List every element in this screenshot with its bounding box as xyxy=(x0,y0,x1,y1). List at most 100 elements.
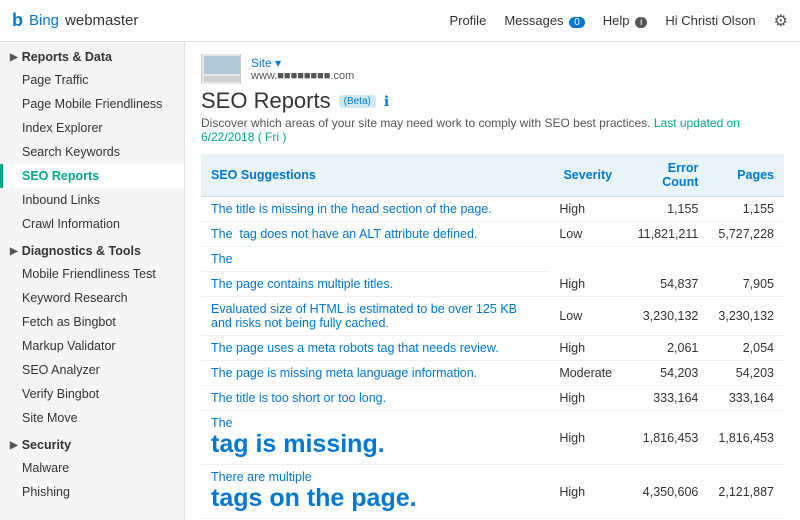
subtitle: Discover which areas of your site may ne… xyxy=(201,116,784,144)
severity-cell: Moderate xyxy=(549,361,622,386)
arrow-icon: ▶ xyxy=(10,440,18,451)
gear-icon[interactable]: ⚙ xyxy=(774,11,788,31)
severity-cell: High xyxy=(549,465,622,519)
pages-cell: 3,230,132 xyxy=(708,297,784,336)
main-layout: ▶ Reports & Data Page Traffic Page Mobil… xyxy=(0,42,800,520)
beta-badge: (Beta) xyxy=(339,95,376,108)
col-header-suggestion: SEO Suggestions xyxy=(201,154,549,197)
severity-cell: Low xyxy=(549,222,622,247)
webmaster-text: webmaster xyxy=(65,12,138,29)
seo-table: SEO Suggestions Severity Error Count Pag… xyxy=(201,154,784,520)
bing-b-icon: b xyxy=(12,10,23,31)
suggestion-cell[interactable]: The page is missing meta language inform… xyxy=(201,361,549,386)
bing-text: Bing xyxy=(29,12,59,29)
pages-cell: 2,121,887 xyxy=(708,465,784,519)
error-count-cell: 333,164 xyxy=(622,386,708,411)
suggestion-cell[interactable]: The title is missing in the head section… xyxy=(201,197,549,222)
suggestion-cell[interactable]: The title is too short or too long. xyxy=(201,386,549,411)
table-row: Evaluated size of HTML is estimated to b… xyxy=(201,297,784,336)
col-header-severity: Severity xyxy=(549,154,622,197)
profile-link[interactable]: Profile xyxy=(449,13,486,28)
suggestion-cell[interactable]: The tag is missing. xyxy=(201,411,549,465)
table-row: The title is too short or too long. High… xyxy=(201,386,784,411)
table-row: The page is missing meta language inform… xyxy=(201,361,784,386)
severity-cell: High xyxy=(549,197,622,222)
site-thumbnail xyxy=(201,54,241,84)
sidebar-item-site-move[interactable]: Site Move xyxy=(0,406,184,430)
sidebar-item-fetch-bingbot[interactable]: Fetch as Bingbot xyxy=(0,310,184,334)
section-label: Reports & Data xyxy=(22,50,112,64)
logo: b Bing webmaster xyxy=(12,10,138,31)
section-label: Security xyxy=(22,438,71,452)
pages-cell: 54,203 xyxy=(708,361,784,386)
suggestion-cell[interactable]: There are multiple tags on the page. xyxy=(201,465,549,519)
sidebar-item-seo-analyzer[interactable]: SEO Analyzer xyxy=(0,358,184,382)
top-nav-links: Profile Messages 0 Help i Hi Christi Ols… xyxy=(449,11,788,31)
table-row: The tag does not have an ALT attribute d… xyxy=(201,222,784,247)
site-url: www.■■■■■■■■.com xyxy=(251,70,354,82)
help-link[interactable]: Help i xyxy=(603,13,648,28)
table-row: The page contains multiple titles. High … xyxy=(201,272,784,297)
col-header-pages: Pages xyxy=(708,154,784,197)
help-badge: i xyxy=(635,17,647,28)
severity-cell: High xyxy=(549,411,622,465)
error-count-cell: 54,837 xyxy=(622,272,708,297)
pages-cell: 333,164 xyxy=(708,386,784,411)
sidebar: ▶ Reports & Data Page Traffic Page Mobil… xyxy=(0,42,185,520)
error-count-cell: 54,203 xyxy=(622,361,708,386)
sidebar-item-mobile-friendliness-test[interactable]: Mobile Friendliness Test xyxy=(0,262,184,286)
page-title-row: SEO Reports (Beta) ℹ xyxy=(201,88,784,114)
sidebar-item-page-traffic[interactable]: Page Traffic xyxy=(0,68,184,92)
suggestion-cell[interactable]: The page uses a meta robots tag that nee… xyxy=(201,336,549,361)
error-count-cell: 1,155 xyxy=(622,197,708,222)
error-count-cell: 2,061 xyxy=(622,336,708,361)
sidebar-item-verify-bingbot[interactable]: Verify Bingbot xyxy=(0,382,184,406)
sidebar-item-phishing[interactable]: Phishing xyxy=(0,480,184,504)
sidebar-item-seo-reports[interactable]: SEO Reports xyxy=(0,164,184,188)
suggestion-cell[interactable]: The page contains multiple titles. xyxy=(201,272,549,297)
messages-link[interactable]: Messages 0 xyxy=(504,13,584,28)
pages-cell: 1,155 xyxy=(708,197,784,222)
arrow-icon: ▶ xyxy=(10,246,18,257)
sidebar-item-index-explorer[interactable]: Index Explorer xyxy=(0,116,184,140)
table-row: There are multiple tags on the page. Hig… xyxy=(201,465,784,519)
section-label: Diagnostics & Tools xyxy=(22,244,141,258)
main-content: Site ▾ www.■■■■■■■■.com SEO Reports (Bet… xyxy=(185,42,800,520)
col-header-error-count: Error Count xyxy=(622,154,708,197)
top-nav: b Bing webmaster Profile Messages 0 Help… xyxy=(0,0,800,42)
table-row: The title is missing in the head section… xyxy=(201,197,784,222)
error-count-cell: 11,821,211 xyxy=(622,222,708,247)
suggestion-cell[interactable]: The tag contains additional tags.</td> <… xyxy=(201,247,549,272)
sidebar-item-keyword-research[interactable]: Keyword Research xyxy=(0,286,184,310)
severity-cell: High xyxy=(549,386,622,411)
site-info: Site ▾ www.■■■■■■■■.com xyxy=(251,56,354,82)
sidebar-item-malware[interactable]: Malware xyxy=(0,456,184,480)
suggestion-cell[interactable]: The tag does not have an ALT attribute d… xyxy=(201,222,549,247)
messages-badge: 0 xyxy=(569,17,585,28)
pages-cell: 5,727,228 xyxy=(708,222,784,247)
sidebar-item-search-keywords[interactable]: Search Keywords xyxy=(0,140,184,164)
pages-cell: 1,816,453 xyxy=(708,411,784,465)
site-dropdown[interactable]: Site ▾ xyxy=(251,56,354,70)
sidebar-item-page-mobile[interactable]: Page Mobile Friendliness xyxy=(0,92,184,116)
suggestion-cell[interactable]: Evaluated size of HTML is estimated to b… xyxy=(201,297,549,336)
error-count-cell: 1,816,453 xyxy=(622,411,708,465)
info-icon[interactable]: ℹ xyxy=(384,93,389,110)
table-row: The tag contains additional tags.</td> <… xyxy=(201,247,784,272)
pages-cell: 7,905 xyxy=(708,272,784,297)
sidebar-item-crawl-information[interactable]: Crawl Information xyxy=(0,212,184,236)
section-diagnostics[interactable]: ▶ Diagnostics & Tools xyxy=(0,236,184,262)
severity-cell: High xyxy=(549,336,622,361)
error-count-cell: 3,230,132 xyxy=(622,297,708,336)
table-row: The page uses a meta robots tag that nee… xyxy=(201,336,784,361)
pages-cell: 2,054 xyxy=(708,336,784,361)
sidebar-item-markup-validator[interactable]: Markup Validator xyxy=(0,334,184,358)
section-security[interactable]: ▶ Security xyxy=(0,430,184,456)
site-header: Site ▾ www.■■■■■■■■.com xyxy=(201,54,784,84)
arrow-icon: ▶ xyxy=(10,52,18,63)
user-menu[interactable]: Hi Christi Olson xyxy=(665,13,755,28)
sidebar-item-inbound-links[interactable]: Inbound Links xyxy=(0,188,184,212)
table-header-row: SEO Suggestions Severity Error Count Pag… xyxy=(201,154,784,197)
page-title: SEO Reports xyxy=(201,88,331,114)
section-reports-data[interactable]: ▶ Reports & Data xyxy=(0,42,184,68)
